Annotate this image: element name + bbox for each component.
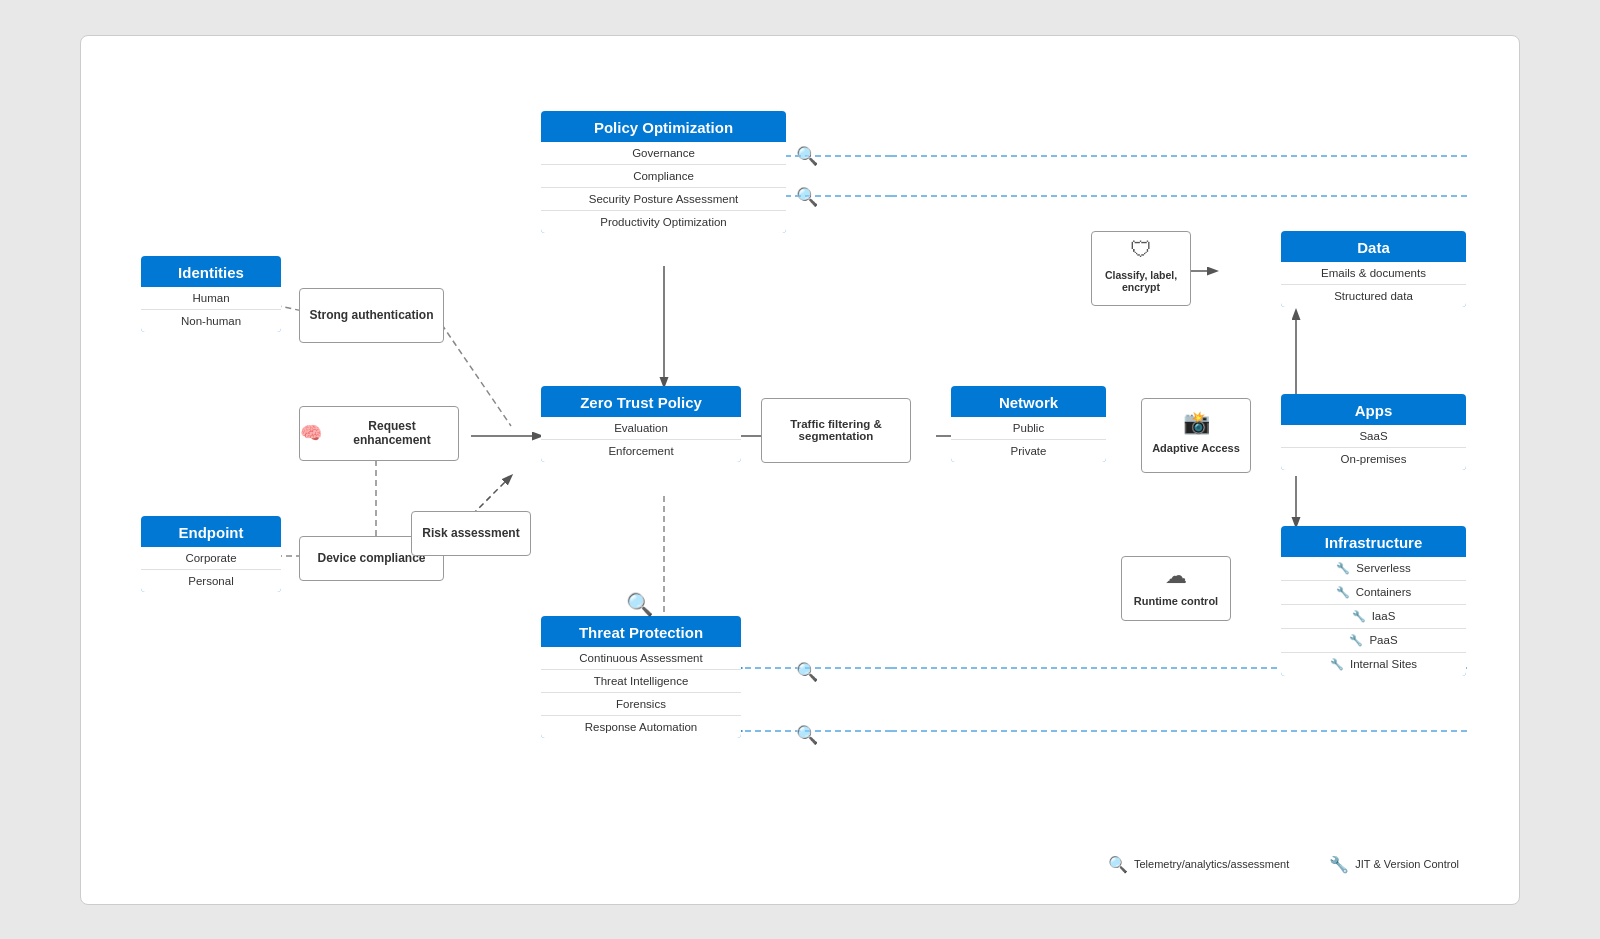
runtime-control-label: Runtime control — [1126, 589, 1226, 613]
infra-item-1: 🔧 Serverless — [1281, 557, 1466, 581]
identities-item-2: Non-human — [141, 310, 281, 332]
data-item-2: Structured data — [1281, 285, 1466, 307]
network-title: Network — [951, 386, 1106, 417]
policy-opt-item-1: Governance — [541, 142, 786, 165]
apps-box: Apps SaaS On-premises — [1281, 394, 1466, 470]
telemetry-icon-2: 🔍 — [796, 186, 818, 208]
legend: 🔍 Telemetry/analytics/assessment 🔧 JIT &… — [1108, 855, 1459, 874]
endpoint-item-2: Personal — [141, 570, 281, 592]
telemetry-icon-threat: 🔍 — [626, 592, 653, 618]
policy-opt-item-2: Compliance — [541, 165, 786, 188]
threat-prot-item-3: Forensics — [541, 693, 741, 716]
risk-assessment-label: Risk assessment — [414, 520, 527, 546]
threat-protection-box: Threat Protection Continuous Assessment … — [541, 616, 741, 738]
endpoint-title: Endpoint — [141, 516, 281, 547]
data-items: Emails & documents Structured data — [1281, 262, 1466, 307]
endpoint-item-1: Corporate — [141, 547, 281, 570]
policy-opt-item-4: Productivity Optimization — [541, 211, 786, 233]
apps-title: Apps — [1281, 394, 1466, 425]
telemetry-icon-3: 🔍 — [796, 661, 818, 683]
legend-telemetry: 🔍 Telemetry/analytics/assessment — [1108, 855, 1289, 874]
strong-auth-label: Strong authentication — [302, 302, 442, 328]
request-enhancement-label: Request enhancement — [326, 413, 458, 453]
data-box: Data Emails & documents Structured data — [1281, 231, 1466, 307]
data-title: Data — [1281, 231, 1466, 262]
infra-items: 🔧 Serverless 🔧 Containers 🔧 IaaS 🔧 PaaS … — [1281, 557, 1466, 676]
traffic-filtering-label: Traffic filtering & segmentation — [762, 412, 910, 448]
zero-trust-items: Evaluation Enforcement — [541, 417, 741, 462]
data-item-1: Emails & documents — [1281, 262, 1466, 285]
classify-label: Classify, label, encrypt — [1092, 263, 1190, 299]
adaptive-access-label: Adaptive Access — [1144, 436, 1248, 460]
zero-trust-item-1: Evaluation — [541, 417, 741, 440]
request-enhancement-box: 🧠 Request enhancement — [299, 406, 459, 461]
risk-assessment-box: Risk assessment — [411, 511, 531, 556]
infra-item-3: 🔧 IaaS — [1281, 605, 1466, 629]
zero-trust-box: Zero Trust Policy Evaluation Enforcement — [541, 386, 741, 462]
adaptive-access-box: 📸 Adaptive Access — [1141, 398, 1251, 473]
infra-title: Infrastructure — [1281, 526, 1466, 557]
infrastructure-box: Infrastructure 🔧 Serverless 🔧 Containers… — [1281, 526, 1466, 676]
legend-telemetry-icon: 🔍 — [1108, 855, 1128, 874]
identities-items: Human Non-human — [141, 287, 281, 332]
policy-opt-items: Governance Compliance Security Posture A… — [541, 142, 786, 233]
identities-item-1: Human — [141, 287, 281, 310]
threat-prot-items: Continuous Assessment Threat Intelligenc… — [541, 647, 741, 738]
telemetry-icon-4: 🔍 — [796, 724, 818, 746]
network-item-1: Public — [951, 417, 1106, 440]
threat-prot-item-2: Threat Intelligence — [541, 670, 741, 693]
policy-optimization-box: Policy Optimization Governance Complianc… — [541, 111, 786, 233]
identities-title: Identities — [141, 256, 281, 287]
identities-box: Identities Human Non-human — [141, 256, 281, 332]
zero-trust-title: Zero Trust Policy — [541, 386, 741, 417]
classify-box: 🛡 Classify, label, encrypt — [1091, 231, 1191, 306]
runtime-control-box: ☁ Runtime control — [1121, 556, 1231, 621]
legend-telemetry-label: Telemetry/analytics/assessment — [1134, 858, 1289, 870]
threat-prot-item-4: Response Automation — [541, 716, 741, 738]
legend-jit: 🔧 JIT & Version Control — [1329, 855, 1459, 874]
infra-item-2: 🔧 Containers — [1281, 581, 1466, 605]
policy-opt-title: Policy Optimization — [541, 111, 786, 142]
threat-prot-title: Threat Protection — [541, 616, 741, 647]
endpoint-items: Corporate Personal — [141, 547, 281, 592]
legend-jit-label: JIT & Version Control — [1355, 858, 1459, 870]
traffic-filtering-box: Traffic filtering & segmentation — [761, 398, 911, 463]
telemetry-icon-1: 🔍 — [796, 145, 818, 167]
policy-opt-item-3: Security Posture Assessment — [541, 188, 786, 211]
network-item-2: Private — [951, 440, 1106, 462]
strong-auth-box: Strong authentication — [299, 288, 444, 343]
infra-item-4: 🔧 PaaS — [1281, 629, 1466, 653]
apps-item-2: On-premises — [1281, 448, 1466, 470]
apps-item-1: SaaS — [1281, 425, 1466, 448]
zero-trust-item-2: Enforcement — [541, 440, 741, 462]
diagram-container: Identities Human Non-human Endpoint Corp… — [80, 35, 1520, 905]
network-box: Network Public Private — [951, 386, 1106, 462]
apps-items: SaaS On-premises — [1281, 425, 1466, 470]
threat-prot-item-1: Continuous Assessment — [541, 647, 741, 670]
infra-item-5: 🔧 Internal Sites — [1281, 653, 1466, 676]
endpoint-box: Endpoint Corporate Personal — [141, 516, 281, 592]
legend-jit-icon: 🔧 — [1329, 855, 1349, 874]
network-items: Public Private — [951, 417, 1106, 462]
